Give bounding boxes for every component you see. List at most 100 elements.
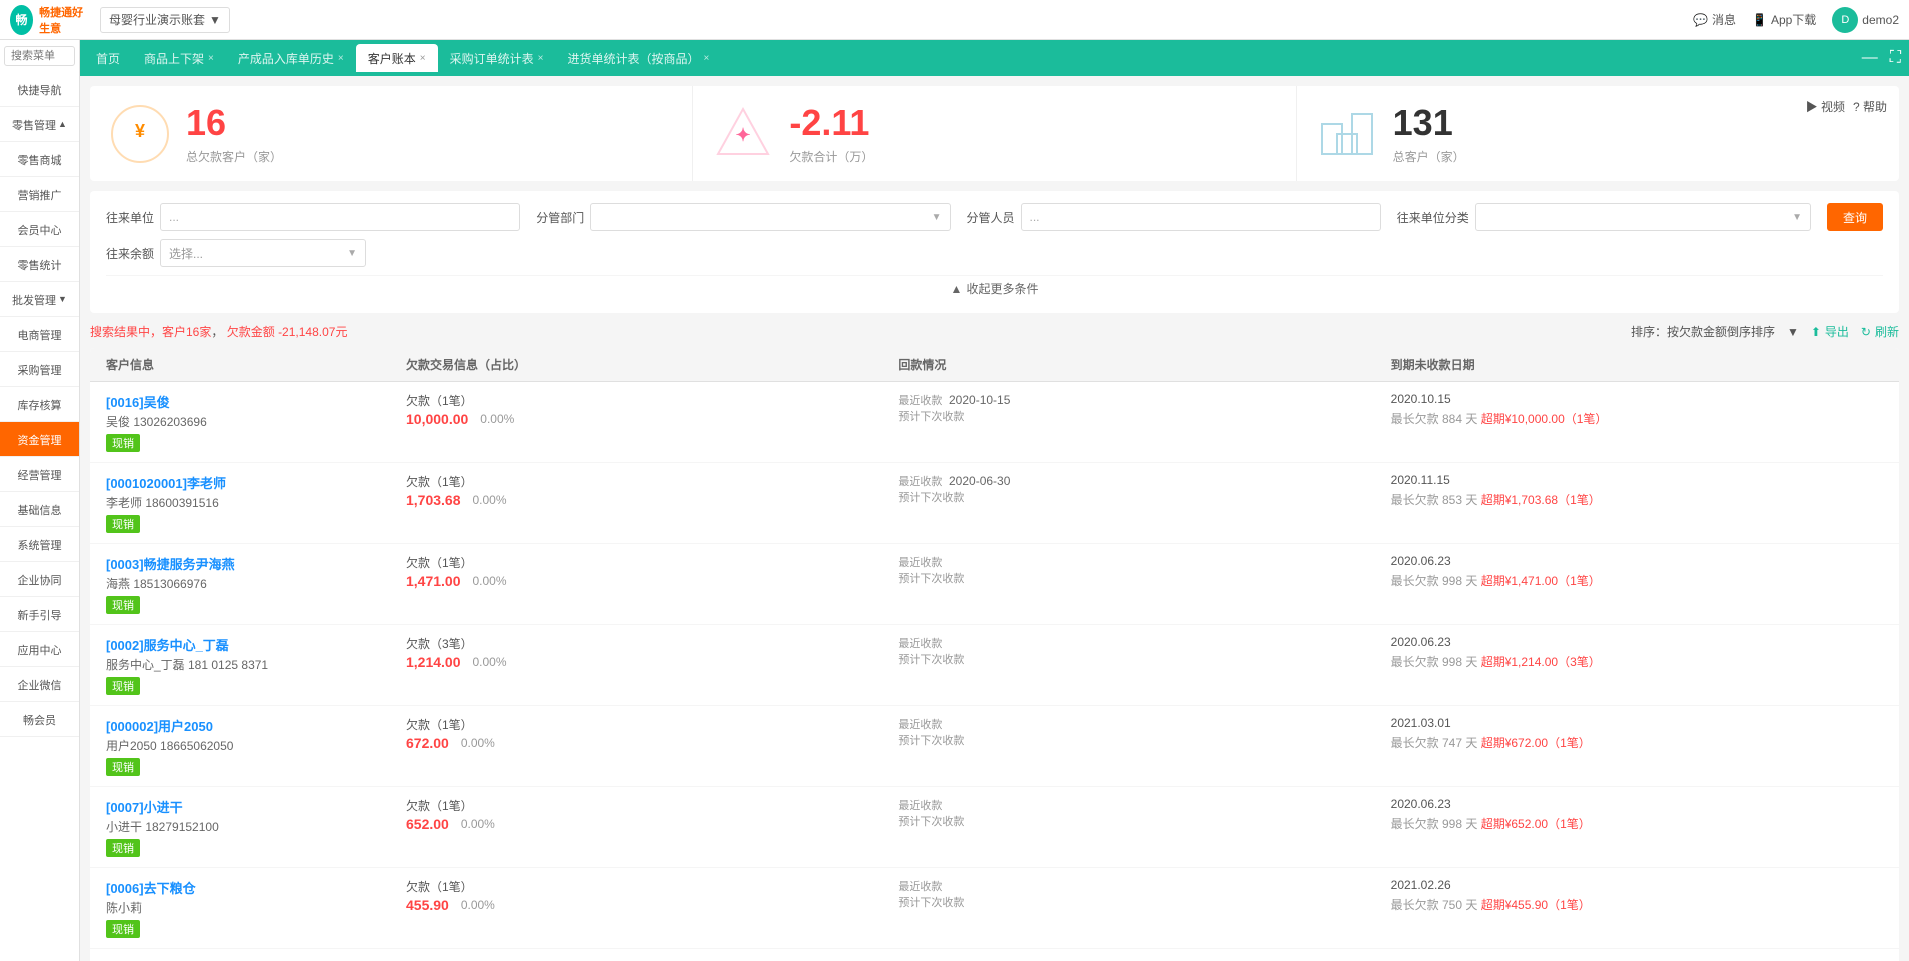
overdue-link-2[interactable]: 超期¥1,471.00（1笔） — [1481, 574, 1601, 588]
sidebar-item-member[interactable]: 会员中心 — [0, 212, 79, 247]
collection-cell-2: 最近收款 预计下次收款 — [898, 554, 1390, 586]
tab-customer-account-label: 客户账本 — [368, 50, 416, 67]
due-cell-5: 2020.06.23 最长欠款 998 天 超期¥652.00（1笔） — [1391, 797, 1883, 832]
sort-chevron-icon: ▼ — [1787, 325, 1799, 339]
sidebar-item-marketing[interactable]: 营销推广 — [0, 177, 79, 212]
tab-purchase-stats[interactable]: 进货单统计表（按商品） × — [555, 44, 721, 72]
due-cell-3: 2020.06.23 最长欠款 998 天 超期¥1,214.00（3笔） — [1391, 635, 1883, 670]
customer-name-3[interactable]: [0002]服务中心_丁磊 — [106, 635, 406, 654]
tab-production-history[interactable]: 产成品入库单历史 × — [226, 44, 356, 72]
debt-amount-1: 1,703.68 — [406, 492, 461, 508]
customer-tag-3: 现销 — [106, 677, 140, 695]
message-btn[interactable]: 💬 消息 — [1693, 11, 1736, 28]
customer-cell-1: [0001020001]李老师 李老师 18600391516 现销 — [106, 473, 406, 533]
customer-name-2[interactable]: [0003]畅捷服务尹海燕 — [106, 554, 406, 573]
dept-chevron-icon: ▼ — [932, 212, 942, 223]
tab-products-offshelf[interactable]: 商品上下架 × — [132, 44, 226, 72]
overdue-link-6[interactable]: 超期¥455.90（1笔） — [1481, 898, 1591, 912]
sidebar-item-app-center[interactable]: 应用中心 — [0, 632, 79, 667]
search-button[interactable]: 查询 — [1827, 203, 1883, 231]
tab-purchase-order[interactable]: 采购订单统计表 × — [438, 44, 556, 72]
sidebar-item-beginner[interactable]: 新手引导 — [0, 597, 79, 632]
balance-placeholder: 选择... — [169, 245, 203, 262]
sidebar-item-vip[interactable]: 畅会员 — [0, 702, 79, 737]
dept-select[interactable]: ▼ — [590, 203, 950, 231]
overdue-info-5: 最长欠款 998 天 超期¥652.00（1笔） — [1391, 815, 1883, 832]
source-unit-input[interactable]: ... — [160, 203, 520, 231]
sidebar-search-area — [0, 40, 79, 72]
tab-purchase-order-close[interactable]: × — [538, 53, 544, 64]
svg-text:✦: ✦ — [736, 125, 751, 145]
customer-name-4[interactable]: [000002]用户2050 — [106, 716, 406, 735]
filter-balance: 往来余额 选择... ▼ — [106, 239, 366, 267]
sidebar-item-quick-nav[interactable]: 快捷导航 — [0, 72, 79, 107]
category-select[interactable]: ▼ — [1475, 203, 1811, 231]
tab-production-history-label: 产成品入库单历史 — [238, 50, 334, 67]
app-download-btn[interactable]: 📱 App下载 — [1752, 11, 1816, 28]
tab-home[interactable]: 首页 — [84, 44, 132, 72]
overdue-link-1[interactable]: 超期¥1,703.68（1笔） — [1481, 493, 1601, 507]
overdue-link-0[interactable]: 超期¥10,000.00（1笔） — [1481, 412, 1608, 426]
tab-products-offshelf-close[interactable]: × — [208, 53, 214, 64]
result-amount-label: 欠款金额 — [227, 325, 275, 339]
overdue-link-5[interactable]: 超期¥652.00（1笔） — [1481, 817, 1591, 831]
debt-percent-2: 0.00% — [473, 574, 507, 588]
collection-date-5: 最近收款 — [898, 797, 1390, 813]
tab-customer-account-close[interactable]: × — [420, 53, 426, 64]
sidebar-item-wechat[interactable]: 企业微信 — [0, 667, 79, 702]
tab-maximize-btn[interactable]: ⛶ — [1886, 49, 1905, 67]
overdue-link-3[interactable]: 超期¥1,214.00（3笔） — [1481, 655, 1601, 669]
sidebar-item-system[interactable]: 系统管理 — [0, 527, 79, 562]
tab-production-history-close[interactable]: × — [338, 53, 344, 64]
table-row: [0001020001]李老师 李老师 18600391516 现销 欠款（1笔… — [90, 463, 1899, 544]
tab-minimize-btn[interactable]: — — [1858, 49, 1882, 67]
next-collection-3: 预计下次收款 — [898, 651, 1390, 667]
balance-select[interactable]: 选择... ▼ — [160, 239, 366, 267]
user-avatar[interactable]: D demo2 — [1832, 7, 1899, 33]
export-btn[interactable]: ⬆ 导出 — [1811, 323, 1849, 340]
due-date-0: 2020.10.15 — [1391, 392, 1883, 406]
customer-phone-4: 用户2050 18665062050 — [106, 737, 406, 754]
sidebar-item-retail-mgmt[interactable]: 零售管理 ▲ — [0, 107, 79, 142]
collapse-filter-btn[interactable]: ▲ 收起更多条件 — [106, 275, 1883, 301]
sidebar-item-corp-collab[interactable]: 企业协同 — [0, 562, 79, 597]
sidebar-item-operations[interactable]: 经营管理 — [0, 457, 79, 492]
help-btn[interactable]: ? 帮助 — [1853, 98, 1887, 115]
sidebar-item-retail-shop[interactable]: 零售商城 — [0, 142, 79, 177]
store-selector[interactable]: 母婴行业演示账套 ▼ — [100, 7, 230, 33]
debt-cell-5: 欠款（1笔） 652.00 0.00% — [406, 797, 898, 834]
sidebar-item-inventory[interactable]: 库存核算 — [0, 387, 79, 422]
manager-input[interactable]: ... — [1021, 203, 1381, 231]
tab-purchase-stats-close[interactable]: × — [703, 53, 709, 64]
sidebar-item-finance[interactable]: 资金管理 — [0, 422, 79, 457]
customer-cell-4: [000002]用户2050 用户2050 18665062050 现销 — [106, 716, 406, 776]
video-btn[interactable]: ▶ 视频 — [1806, 98, 1845, 115]
sidebar-item-purchase[interactable]: 采购管理 — [0, 352, 79, 387]
customer-name-1[interactable]: [0001020001]李老师 — [106, 473, 406, 492]
collection-cell-6: 最近收款 预计下次收款 — [898, 878, 1390, 910]
sidebar: 快捷导航 零售管理 ▲ 零售商城 营销推广 会员中心 零售统计 批发管理 ▼ — [0, 40, 80, 961]
refresh-btn[interactable]: ↻ 刷新 — [1861, 323, 1899, 340]
overdue-link-4[interactable]: 超期¥672.00（1笔） — [1481, 736, 1591, 750]
message-icon: 💬 — [1693, 13, 1708, 27]
sidebar-item-base-info[interactable]: 基础信息 — [0, 492, 79, 527]
debt-amount-6: 455.90 — [406, 897, 449, 913]
customer-phone-3: 服务中心_丁磊 181 0125 8371 — [106, 656, 406, 673]
refresh-icon: ↻ — [1861, 325, 1871, 339]
result-bar: 搜索结果中，客户16家， 欠款金额 -21,148.07元 排序：按欠款金额倒序… — [90, 323, 1899, 340]
customer-name-0[interactable]: [0016]吴俊 — [106, 392, 406, 411]
tab-customer-account[interactable]: 客户账本 × — [356, 44, 438, 72]
search-input[interactable] — [4, 46, 75, 66]
sidebar-item-ecommerce[interactable]: 电商管理 — [0, 317, 79, 352]
message-label: 消息 — [1712, 11, 1736, 28]
collection-cell-0: 最近收款 2020-10-15 预计下次收款 — [898, 392, 1390, 424]
sidebar-item-batch-mgmt[interactable]: 批发管理 ▼ — [0, 282, 79, 317]
tab-purchase-stats-label: 进货单统计表（按商品） — [567, 50, 699, 67]
sidebar-item-retail-stats[interactable]: 零售统计 — [0, 247, 79, 282]
customer-tag-1: 现销 — [106, 515, 140, 533]
customer-name-5[interactable]: [0007]小进干 — [106, 797, 406, 816]
tab-products-offshelf-label: 商品上下架 — [144, 50, 204, 67]
debt-cell-1: 欠款（1笔） 1,703.68 0.00% — [406, 473, 898, 510]
debt-percent-3: 0.00% — [473, 655, 507, 669]
customer-name-6[interactable]: [0006]去下粮仓 — [106, 878, 406, 897]
